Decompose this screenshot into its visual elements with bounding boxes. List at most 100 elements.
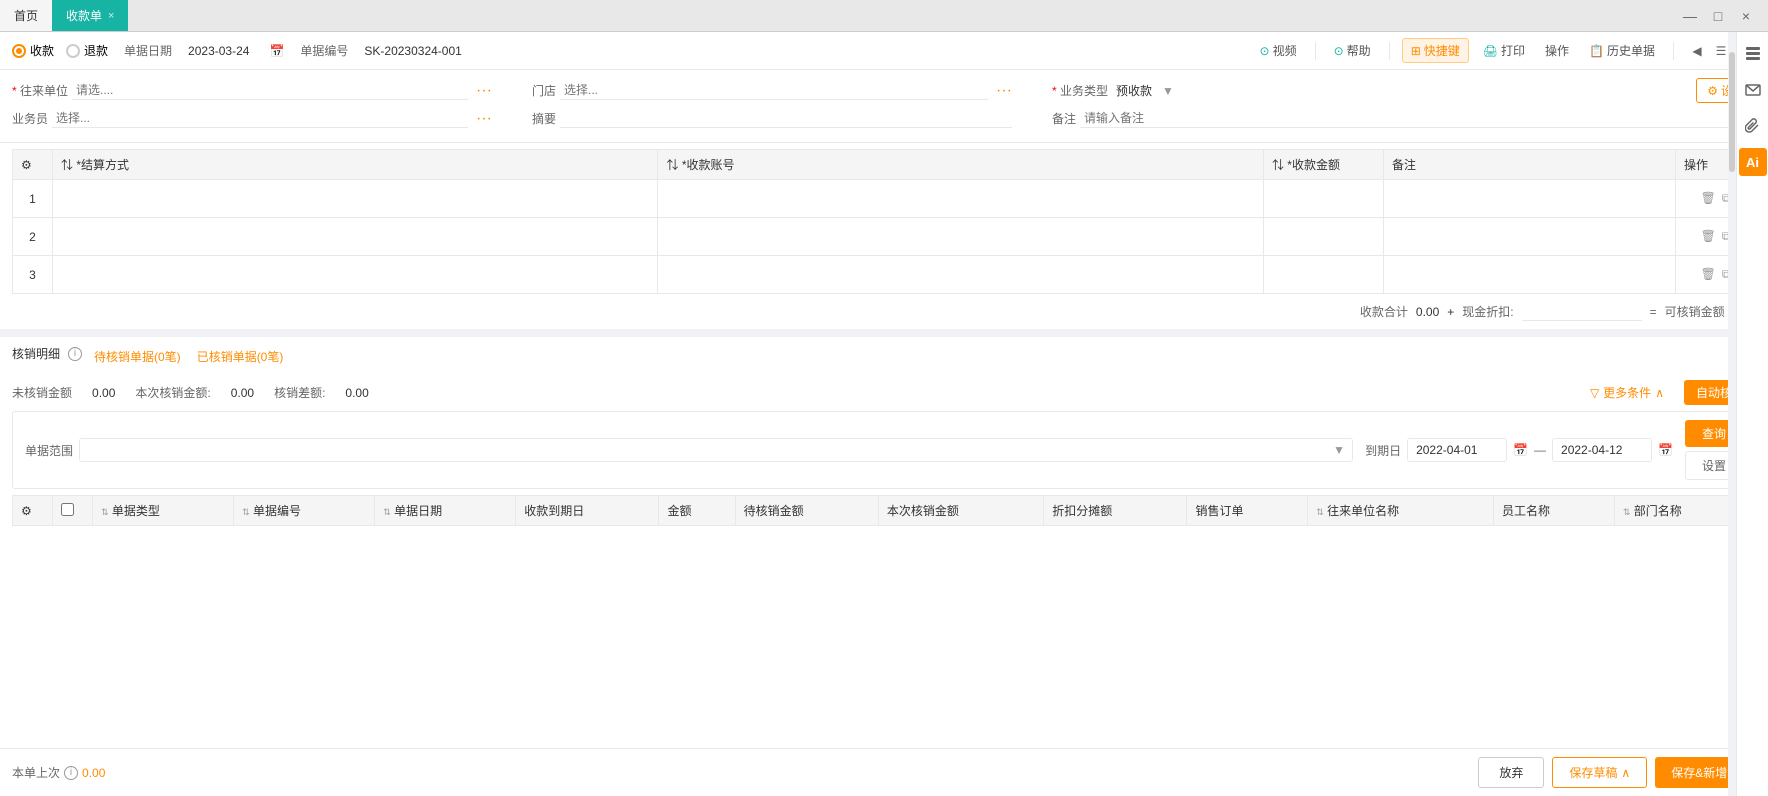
- operation-label: 操作: [1545, 42, 1569, 59]
- pending-tab[interactable]: 待核销单据(0笔): [94, 348, 181, 365]
- amount-cell-2[interactable]: [1263, 218, 1383, 256]
- account-sort[interactable]: ⇅: [666, 158, 678, 172]
- done-tab[interactable]: 已核销单据(0笔): [197, 348, 284, 365]
- doc-type-sort[interactable]: ⇅: [101, 507, 109, 517]
- calendar-from-icon[interactable]: 📅: [1513, 443, 1528, 457]
- date-field: 到期日 📅 — 📅: [1365, 438, 1673, 462]
- footer-info-icon[interactable]: i: [64, 766, 78, 780]
- table-row: 1 🗑 ⧉: [13, 180, 1756, 218]
- tab-home[interactable]: 首页: [0, 0, 52, 31]
- discount-label: 现金折扣:: [1462, 303, 1513, 320]
- sidebar-clip-icon[interactable]: [1739, 112, 1767, 140]
- select-all-checkbox[interactable]: [61, 503, 74, 516]
- sidebar-ai-icon[interactable]: Ai: [1739, 148, 1767, 176]
- gear-header-bottom[interactable]: ⚙: [13, 496, 53, 526]
- date-to-input[interactable]: [1552, 438, 1652, 462]
- remark-field: 备注: [1052, 109, 1756, 128]
- summary-label: 摘要: [532, 110, 556, 127]
- settlement-cell-2[interactable]: [53, 218, 658, 256]
- tab-close-icon[interactable]: ×: [108, 10, 114, 22]
- doc-num-sort[interactable]: ⇅: [242, 507, 250, 517]
- settlement-sort[interactable]: ⇅: [61, 158, 73, 172]
- top-toolbar: 收款 退款 单据日期 2023-03-24 📅 单据编号 SK-20230324…: [0, 32, 1768, 70]
- form-area: 往来单位 ··· 门店 ··· 业务类型 预收款 ▼ ⚙ 设置: [0, 70, 1768, 143]
- account-cell-1[interactable]: [658, 180, 1263, 218]
- remark-cell-3[interactable]: [1383, 256, 1675, 294]
- operation-btn[interactable]: 操作: [1539, 40, 1575, 61]
- partner-sort[interactable]: ⇅: [1316, 507, 1324, 517]
- draft-dropdown-icon[interactable]: ∧: [1621, 766, 1630, 780]
- account-cell-3[interactable]: [658, 256, 1263, 294]
- business-type-dropdown[interactable]: ▼: [1162, 84, 1174, 98]
- more-conditions-btn[interactable]: ▽ 更多条件 ∧: [1590, 384, 1664, 401]
- counterparty-more-icon[interactable]: ···: [476, 82, 492, 100]
- settlement-cell-1[interactable]: [53, 180, 658, 218]
- info-icon[interactable]: i: [68, 347, 82, 361]
- account-cell-2[interactable]: [658, 218, 1263, 256]
- scrollbar[interactable]: [1728, 32, 1736, 796]
- remark-cell-2[interactable]: [1383, 218, 1675, 256]
- save-label: 保存&新增: [1671, 764, 1727, 781]
- checkbox-header[interactable]: [53, 496, 93, 526]
- calendar-to-icon[interactable]: 📅: [1658, 443, 1673, 457]
- range-field: 单据范围 ▼: [25, 438, 1353, 462]
- unclaimed-value: 0.00: [92, 386, 115, 400]
- divider3: [1673, 42, 1674, 60]
- date-calendar-icon[interactable]: 📅: [269, 44, 284, 58]
- print-btn[interactable]: 🖨 打印: [1477, 40, 1531, 61]
- filter-icon: ▽: [1590, 386, 1599, 400]
- salesperson-label: 业务员: [12, 110, 48, 127]
- tab-receipt-label: 收款单: [66, 7, 102, 24]
- salesperson-more-icon[interactable]: ···: [476, 110, 492, 128]
- close-button[interactable]: ×: [1732, 2, 1760, 30]
- discount-input[interactable]: [1522, 302, 1642, 321]
- settlement-cell-3[interactable]: [53, 256, 658, 294]
- shortcut-btn[interactable]: ⊞ 快捷键: [1402, 38, 1469, 63]
- employee-header: 员工名称: [1493, 496, 1614, 526]
- section-title: 核销明细 i: [12, 345, 82, 362]
- gear-header[interactable]: ⚙: [13, 150, 53, 180]
- counterparty-input[interactable]: [72, 81, 468, 100]
- dept-sort[interactable]: ⇅: [1623, 507, 1631, 517]
- business-type-label: 业务类型: [1052, 82, 1108, 99]
- row-num-3: 3: [13, 256, 53, 294]
- equals-sign: =: [1650, 305, 1657, 319]
- store-more-icon[interactable]: ···: [996, 82, 1012, 100]
- radio-collect[interactable]: 收款: [12, 42, 54, 59]
- business-type-field: 业务类型 预收款 ▼: [1052, 82, 1174, 99]
- radio-refund[interactable]: 退款: [66, 42, 108, 59]
- tab-receipt[interactable]: 收款单 ×: [52, 0, 128, 31]
- video-btn[interactable]: ⊙ 视频: [1254, 40, 1303, 61]
- history-btn[interactable]: 📋 历史单据: [1583, 40, 1661, 61]
- range-select[interactable]: [79, 438, 1353, 462]
- help-btn[interactable]: ⊙ 帮助: [1328, 40, 1377, 61]
- history-icon: 📋: [1589, 44, 1604, 58]
- abandon-button[interactable]: 放弃: [1478, 757, 1544, 788]
- amount-sort[interactable]: ⇅: [1272, 158, 1284, 172]
- minimize-button[interactable]: —: [1676, 2, 1704, 30]
- summary-field: 摘要: [532, 109, 1012, 128]
- salesperson-input[interactable]: [52, 109, 468, 128]
- amount-cell-3[interactable]: [1263, 256, 1383, 294]
- tab-home-label: 首页: [14, 7, 38, 24]
- amount-cell-1[interactable]: [1263, 180, 1383, 218]
- radio-refund-label: 退款: [84, 42, 108, 59]
- summary-input[interactable]: [560, 109, 1012, 128]
- maximize-button[interactable]: □: [1704, 2, 1732, 30]
- prev-icon[interactable]: ◀: [1686, 40, 1708, 62]
- store-input[interactable]: [560, 81, 988, 100]
- sidebar-email-icon[interactable]: [1739, 76, 1767, 104]
- doc-date-sort[interactable]: ⇅: [383, 507, 391, 517]
- number-value: SK-20230324-001: [364, 44, 461, 58]
- delete-icon-1[interactable]: 🗑: [1701, 191, 1716, 206]
- remark-cell-1[interactable]: [1383, 180, 1675, 218]
- delete-icon-3[interactable]: 🗑: [1701, 267, 1716, 282]
- draft-button[interactable]: 保存草稿 ∧: [1552, 757, 1647, 788]
- scrollbar-thumb[interactable]: [1729, 52, 1735, 172]
- radio-group: 收款 退款: [12, 42, 108, 59]
- delete-icon-2[interactable]: 🗑: [1701, 229, 1716, 244]
- date-from-input[interactable]: [1407, 438, 1507, 462]
- remark-input[interactable]: [1080, 109, 1756, 128]
- number-label: 单据编号: [300, 42, 348, 59]
- sidebar-table-icon[interactable]: [1739, 40, 1767, 68]
